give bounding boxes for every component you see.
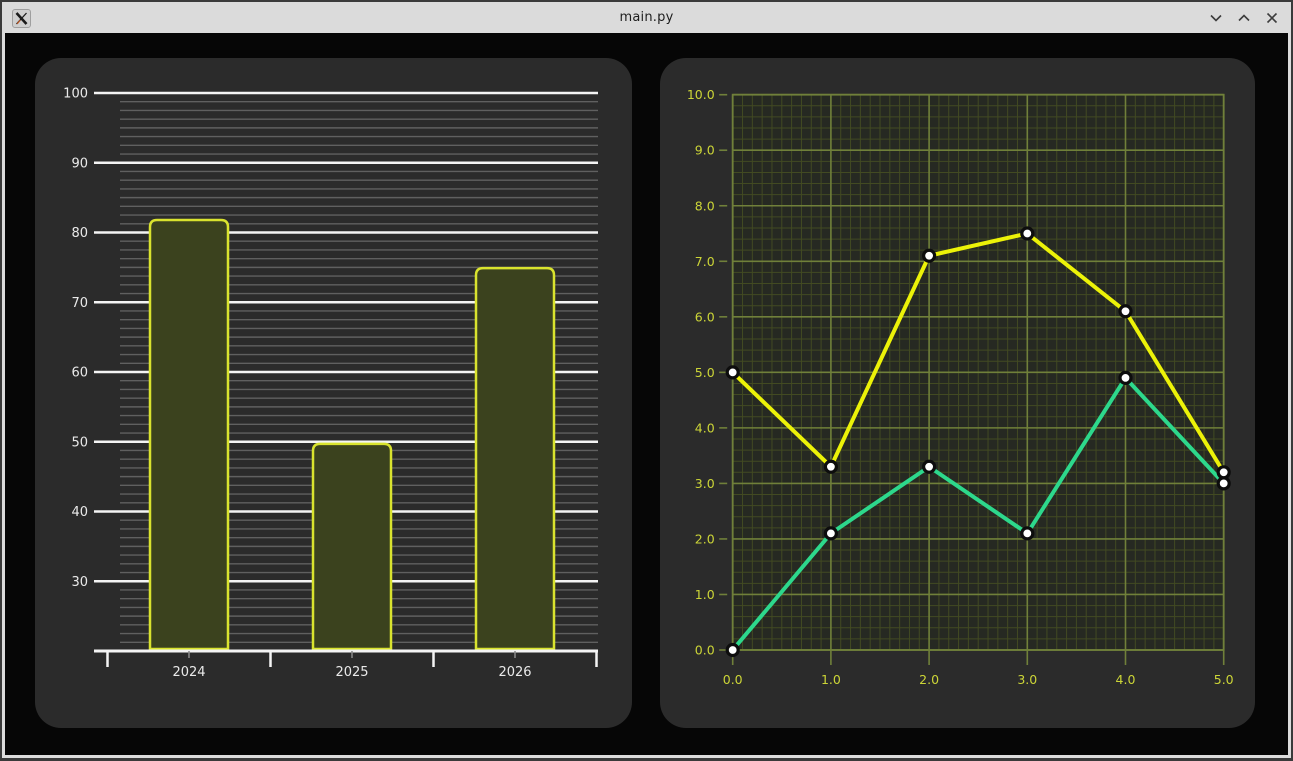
- svg-text:0.0: 0.0: [695, 643, 715, 658]
- svg-text:6.0: 6.0: [695, 309, 715, 324]
- bar-2024: [148, 218, 230, 651]
- chevron-down-icon: [1210, 14, 1222, 22]
- svg-text:30: 30: [71, 575, 88, 590]
- svg-text:1.0: 1.0: [695, 587, 715, 602]
- titlebar: main.py: [2, 2, 1291, 33]
- svg-text:60: 60: [71, 366, 88, 381]
- window-controls: [1205, 2, 1283, 33]
- svg-text:80: 80: [71, 226, 88, 241]
- bar-2025: [311, 442, 393, 651]
- svg-text:7.0: 7.0: [695, 254, 715, 269]
- data-point-marker: [725, 365, 740, 380]
- data-point-marker: [1020, 526, 1035, 541]
- line-chart-panel: 0.0 1.0 2.0 3.0 4.0 5.0 0.0 1.0 2.0 3.0 4.0 5.0 6.0 7…: [660, 58, 1255, 728]
- svg-text:2024: 2024: [172, 665, 205, 680]
- data-point-marker: [922, 459, 937, 474]
- bar-2026: [474, 266, 556, 651]
- svg-text:2.0: 2.0: [919, 672, 939, 687]
- close-icon: [1266, 12, 1278, 23]
- data-point-marker: [922, 248, 937, 263]
- svg-text:4.0: 4.0: [695, 420, 715, 435]
- bar-chart-svg: 100 90 80 70 60 50 40 30 2024 2025 2026: [63, 87, 598, 680]
- app-content: 100 90 80 70 60 50 40 30 2024 2025 2026 0.0 1.0 2.0 3…: [5, 33, 1288, 755]
- svg-text:1.0: 1.0: [821, 672, 841, 687]
- svg-text:8.0: 8.0: [695, 198, 715, 213]
- x11-app-icon[interactable]: [12, 9, 31, 28]
- data-point-marker: [823, 526, 838, 541]
- maximize-button[interactable]: [1233, 7, 1255, 29]
- svg-text:0.0: 0.0: [723, 672, 743, 687]
- data-point-marker: [1216, 465, 1231, 480]
- data-point-marker: [1118, 370, 1133, 386]
- svg-text:2026: 2026: [498, 665, 531, 680]
- svg-text:50: 50: [71, 435, 88, 450]
- data-point-marker: [725, 642, 740, 658]
- svg-text:90: 90: [71, 156, 88, 171]
- svg-text:3.0: 3.0: [1017, 672, 1037, 687]
- svg-text:40: 40: [71, 505, 88, 520]
- svg-text:5.0: 5.0: [695, 365, 715, 380]
- svg-text:5.0: 5.0: [1214, 672, 1234, 687]
- data-point-marker: [1118, 304, 1133, 319]
- bar-chart-panel: 100 90 80 70 60 50 40 30 2024 2025 2026: [35, 58, 632, 728]
- svg-text:4.0: 4.0: [1116, 672, 1136, 687]
- app-window: main.py 100 90 80 70 60 50 40 30 2024 202: [2, 2, 1291, 758]
- data-point-marker: [823, 459, 838, 474]
- x11-logo-icon: [15, 12, 28, 25]
- data-point-marker: [1216, 476, 1231, 491]
- svg-text:2025: 2025: [335, 665, 368, 680]
- svg-text:10.0: 10.0: [687, 87, 715, 102]
- svg-text:100: 100: [63, 87, 88, 102]
- svg-text:9.0: 9.0: [695, 143, 715, 158]
- chevron-up-icon: [1238, 13, 1250, 21]
- svg-text:70: 70: [71, 296, 88, 311]
- close-button[interactable]: [1261, 7, 1283, 29]
- window-title: main.py: [619, 10, 674, 25]
- svg-text:3.0: 3.0: [695, 476, 715, 491]
- minimize-button[interactable]: [1205, 7, 1227, 29]
- line-chart-svg: 0.0 1.0 2.0 3.0 4.0 5.0 0.0 1.0 2.0 3.0 4.0 5.0 6.0 7…: [687, 87, 1234, 687]
- data-point-marker: [1020, 226, 1035, 241]
- svg-text:2.0: 2.0: [695, 531, 715, 546]
